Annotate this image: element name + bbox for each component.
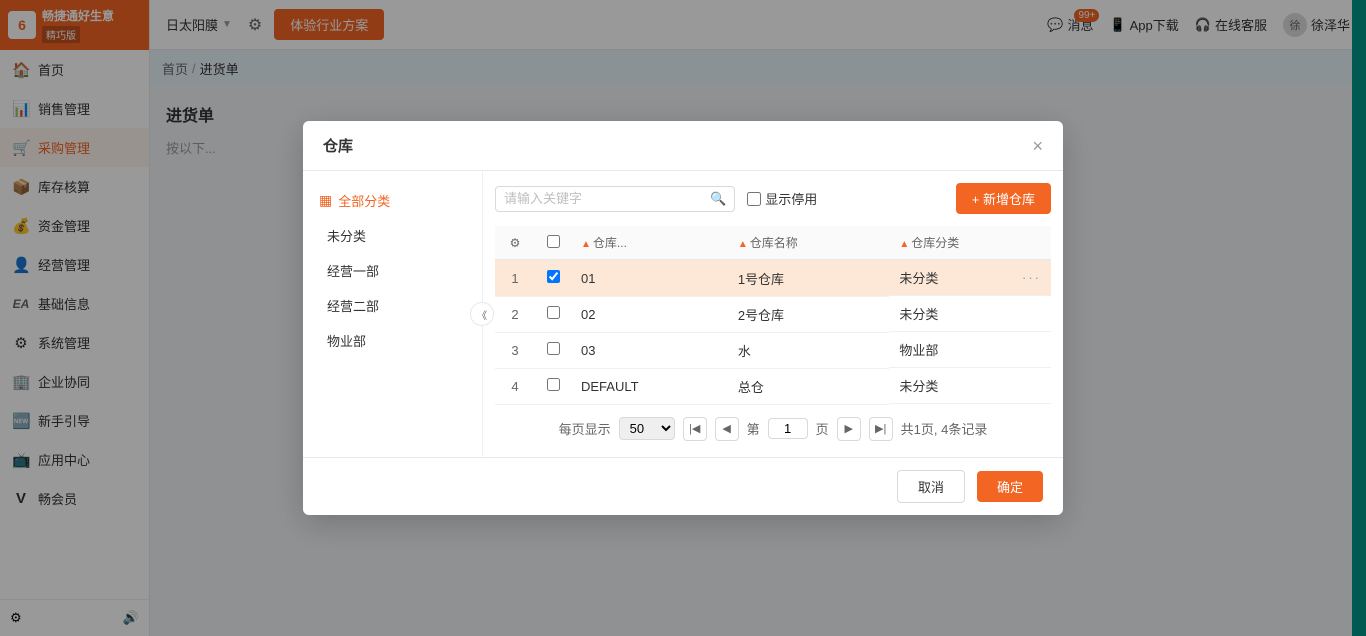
category-panel: ▦ 全部分类 未分类 经营一部 经营二部 物业部 《 (303, 171, 483, 457)
row-code: DEFAULT (571, 368, 728, 404)
search-input[interactable] (504, 191, 704, 206)
per-page-select[interactable]: 50 100 (619, 417, 675, 440)
row-checkbox-cell (535, 332, 571, 368)
modal-overlay: 仓库 × ▦ 全部分类 未分类 经营一部 经营二部 (0, 0, 1366, 636)
cancel-button[interactable]: 取消 (897, 470, 965, 503)
show-disabled-label[interactable]: 显示停用 (747, 189, 817, 208)
category-label-2: 经营二部 (327, 299, 379, 314)
th-category: ▲仓库分类 (889, 226, 1051, 260)
row-num: 4 (495, 368, 535, 404)
search-box: 🔍 (495, 186, 735, 212)
category-item-2[interactable]: 经营二部 (303, 288, 482, 323)
th-name: ▲仓库名称 (728, 226, 890, 260)
row-code: 03 (571, 332, 728, 368)
category-label-1: 经营一部 (327, 264, 379, 279)
row-num: 2 (495, 296, 535, 332)
category-label-0: 未分类 (327, 229, 366, 244)
show-disabled-checkbox[interactable] (747, 192, 761, 206)
row-num: 3 (495, 332, 535, 368)
table-row[interactable]: 2 02 2号仓库 未分类 (495, 296, 1051, 332)
right-panel: 🔍 显示停用 + 新增仓库 ⚙ (483, 171, 1063, 457)
th-settings: ⚙ (495, 226, 535, 260)
row-code: 01 (571, 260, 728, 297)
sort-icon-code: ▲ (581, 239, 591, 250)
modal-toolbar: 🔍 显示停用 + 新增仓库 (495, 183, 1051, 214)
per-page-label: 每页显示 (559, 419, 611, 438)
page-prev-button[interactable]: ◀ (715, 417, 739, 441)
modal-footer: 取消 确定 (303, 457, 1063, 515)
page-word: 第 (747, 419, 760, 438)
page-total-info: 共1页, 4条记录 (901, 419, 988, 438)
warehouse-table-wrap: ⚙ ▲仓库... ▲仓库名称 ▲仓库分类 1 01 1号仓库 未分类··· 2 … (495, 226, 1051, 405)
row-checkbox[interactable] (547, 306, 560, 319)
page-last-button[interactable]: ▶| (869, 417, 893, 441)
row-actions[interactable]: ··· (1022, 270, 1041, 285)
all-categories-item[interactable]: ▦ 全部分类 (303, 183, 482, 218)
modal-title: 仓库 (323, 135, 353, 156)
row-checkbox[interactable] (547, 270, 560, 283)
table-row[interactable]: 1 01 1号仓库 未分类··· (495, 260, 1051, 297)
grid-icon: ▦ (319, 192, 332, 209)
category-label-3: 物业部 (327, 334, 366, 349)
row-checkbox-cell (535, 260, 571, 297)
category-item-0[interactable]: 未分类 (303, 218, 482, 253)
row-name: 水 (728, 332, 890, 368)
row-checkbox-cell (535, 368, 571, 404)
th-code: ▲仓库... (571, 226, 728, 260)
row-category: 未分类··· (889, 260, 1051, 296)
show-disabled-text: 显示停用 (765, 189, 817, 208)
category-item-3[interactable]: 物业部 (303, 323, 482, 358)
row-category: 未分类 (889, 296, 1051, 332)
category-collapse-button[interactable]: 《 (470, 302, 494, 326)
all-categories-label: 全部分类 (338, 191, 390, 210)
search-icon[interactable]: 🔍 (710, 191, 726, 207)
pagination: 每页显示 50 100 |◀ ◀ 第 页 ▶ ▶| 共1页, 4条记录 (495, 405, 1051, 445)
page-suffix: 页 (816, 419, 829, 438)
row-code: 02 (571, 296, 728, 332)
row-category: 未分类 (889, 368, 1051, 404)
sort-icon-cat: ▲ (899, 239, 909, 250)
select-all-checkbox[interactable] (547, 235, 560, 248)
row-checkbox-cell (535, 296, 571, 332)
page-number-input[interactable] (768, 418, 808, 439)
warehouse-table: ⚙ ▲仓库... ▲仓库名称 ▲仓库分类 1 01 1号仓库 未分类··· 2 … (495, 226, 1051, 405)
table-row[interactable]: 4 DEFAULT 总仓 未分类 (495, 368, 1051, 404)
row-name: 2号仓库 (728, 296, 890, 332)
row-checkbox[interactable] (547, 342, 560, 355)
row-num: 1 (495, 260, 535, 297)
page-first-button[interactable]: |◀ (683, 417, 707, 441)
table-row[interactable]: 3 03 水 物业部 (495, 332, 1051, 368)
row-name: 1号仓库 (728, 260, 890, 297)
sort-icon-name: ▲ (738, 239, 748, 250)
row-checkbox[interactable] (547, 378, 560, 391)
row-category: 物业部 (889, 332, 1051, 368)
th-checkbox (535, 226, 571, 260)
table-header-row: ⚙ ▲仓库... ▲仓库名称 ▲仓库分类 (495, 226, 1051, 260)
confirm-button[interactable]: 确定 (977, 471, 1043, 502)
page-next-button[interactable]: ▶ (837, 417, 861, 441)
modal-close-button[interactable]: × (1032, 137, 1043, 155)
modal-header: 仓库 × (303, 121, 1063, 171)
warehouse-modal: 仓库 × ▦ 全部分类 未分类 经营一部 经营二部 (303, 121, 1063, 515)
modal-body: ▦ 全部分类 未分类 经营一部 经营二部 物业部 《 (303, 171, 1063, 457)
add-warehouse-button[interactable]: + 新增仓库 (956, 183, 1051, 214)
row-name: 总仓 (728, 368, 890, 404)
table-body: 1 01 1号仓库 未分类··· 2 02 2号仓库 未分类 3 03 水 物业… (495, 260, 1051, 405)
category-item-1[interactable]: 经营一部 (303, 253, 482, 288)
